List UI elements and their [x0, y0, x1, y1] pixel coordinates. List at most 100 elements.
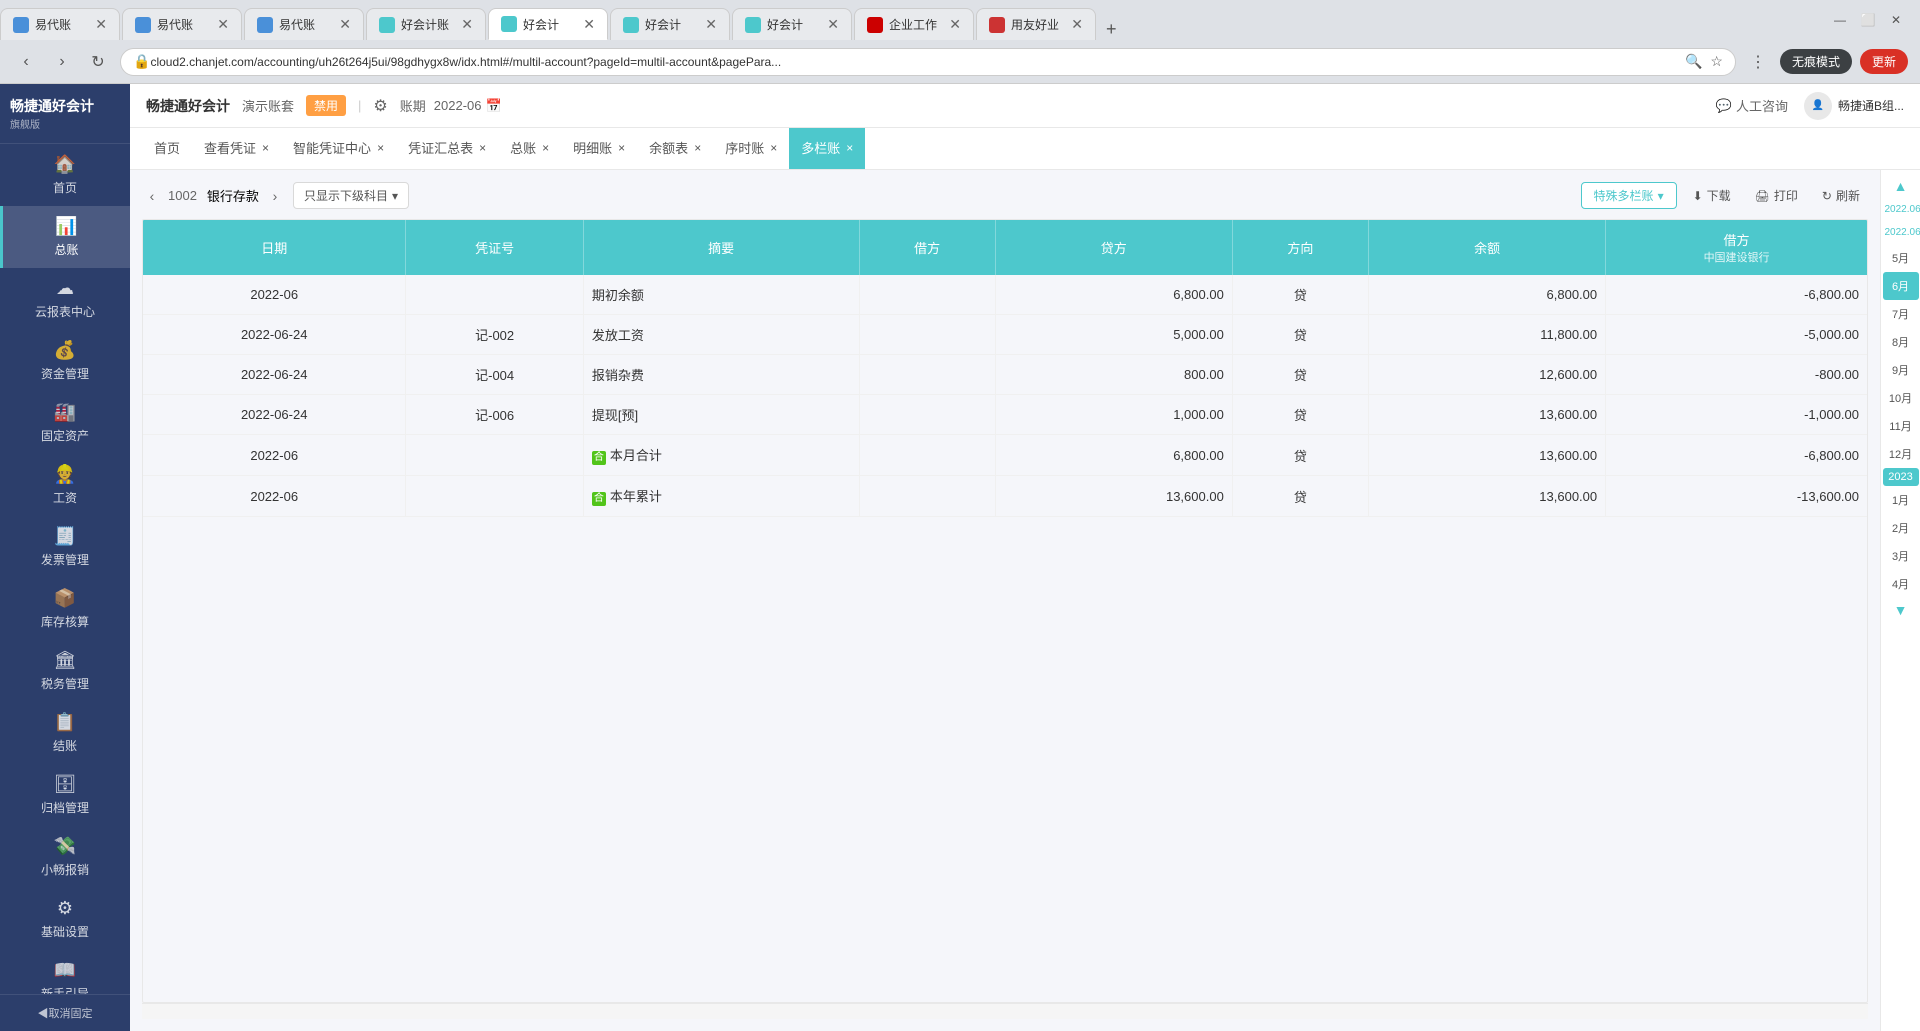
address-row: ‹ › ↻ 🔒 cloud2.chanjet.com/accounting/uh…	[0, 40, 1920, 84]
incognito-button[interactable]: 无痕模式	[1780, 49, 1852, 74]
month-item-1月[interactable]: 1月	[1883, 486, 1919, 514]
next-account-button[interactable]: ›	[265, 186, 285, 206]
close-button[interactable]: ✕	[1888, 12, 1904, 28]
sidebar-item-发票管理[interactable]: 🧾 发票管理	[0, 516, 130, 578]
settings-icon[interactable]: ⚙	[373, 96, 387, 116]
tab-nav-item-余额表[interactable]: 余额表×	[637, 128, 713, 170]
sidebar-item-资金管理[interactable]: 💰 资金管理	[0, 330, 130, 392]
tab-close-button[interactable]: ✕	[1071, 16, 1083, 33]
sidebar-item-新手引导[interactable]: 📖 新手引导	[0, 950, 130, 994]
sidebar-item-总账[interactable]: 📊 总账	[0, 206, 130, 268]
filter-dropdown[interactable]: 只显示下级科目 ▾	[293, 182, 409, 209]
browser-tab[interactable]: 好会计 ✕	[732, 8, 852, 40]
cell-voucher[interactable]: 记-006	[406, 395, 583, 435]
browser-tab[interactable]: 易代账 ✕	[0, 8, 120, 40]
tab-close-button[interactable]: ✕	[339, 16, 351, 33]
sidebar-item-云报表中心[interactable]: ☁ 云报表中心	[0, 268, 130, 330]
tab-nav-item-查看凭证[interactable]: 查看凭证×	[192, 128, 281, 170]
scroll-up-button[interactable]: ▲	[1890, 174, 1912, 198]
sidebar-item-结账[interactable]: 📋 结账	[0, 702, 130, 764]
month-item-9月[interactable]: 9月	[1883, 356, 1919, 384]
special-multicolumn-button[interactable]: 特殊多栏账 ▾	[1581, 182, 1677, 209]
tab-nav-close-button[interactable]: ×	[846, 141, 853, 155]
browser-tab[interactable]: 企业工作 ✕	[854, 8, 974, 40]
tab-nav-close-button[interactable]: ×	[262, 141, 269, 155]
refresh-button[interactable]: ↻ 刷新	[1814, 183, 1868, 208]
table-row: 2022-06 合本年累计 13,600.00 贷 13,600.00 -13,…	[143, 476, 1867, 517]
new-tab-button[interactable]: +	[1098, 19, 1125, 40]
app-header: 畅捷通好会计 演示账套 禁用 | ⚙ 账期 2022-06 📅 💬 人工咨询 👤…	[130, 84, 1920, 128]
extensions-button[interactable]: ⋮	[1744, 48, 1772, 76]
bookmark-icon[interactable]: ☆	[1710, 53, 1723, 70]
prev-account-button[interactable]: ‹	[142, 186, 162, 206]
tab-nav-item-总账[interactable]: 总账×	[498, 128, 561, 170]
month-item-11月[interactable]: 11月	[1883, 412, 1919, 440]
browser-tab[interactable]: 好会计 ✕	[488, 8, 608, 40]
print-button[interactable]: 🖨 打印	[1747, 183, 1806, 208]
sidebar-item-基础设置[interactable]: ⚙ 基础设置	[0, 888, 130, 950]
sidebar-item-税务管理[interactable]: 🏛 税务管理	[0, 640, 130, 702]
cell-voucher[interactable]: 记-002	[406, 315, 583, 355]
minimize-button[interactable]: —	[1832, 12, 1848, 28]
month-item-4月[interactable]: 4月	[1883, 570, 1919, 598]
tab-close-button[interactable]: ✕	[583, 16, 595, 33]
tab-nav-close-button[interactable]: ×	[377, 141, 384, 155]
restore-button[interactable]: ⬜	[1860, 12, 1876, 28]
consult-button[interactable]: 💬 人工咨询	[1716, 96, 1788, 115]
scroll-down-button[interactable]: ▼	[1890, 598, 1912, 622]
voucher-link[interactable]: 记-004	[475, 368, 514, 383]
tab-nav-item-序时账[interactable]: 序时账×	[713, 128, 789, 170]
sidebar-item-首页[interactable]: 🏠 首页	[0, 144, 130, 206]
forward-button[interactable]: ›	[48, 48, 76, 76]
tab-close-button[interactable]: ✕	[461, 16, 473, 33]
period-selector[interactable]: 账期 2022-06 📅	[400, 96, 502, 115]
tab-nav-close-button[interactable]: ×	[770, 141, 777, 155]
sidebar-item-固定资产[interactable]: 🏭 固定资产	[0, 392, 130, 454]
browser-tab[interactable]: 用友好业 ✕	[976, 8, 1096, 40]
browser-tab[interactable]: 易代账 ✕	[122, 8, 242, 40]
tab-close-button[interactable]: ✕	[705, 16, 717, 33]
tab-nav-close-button[interactable]: ×	[618, 141, 625, 155]
voucher-link[interactable]: 记-006	[475, 408, 514, 423]
tab-nav-item-多栏账[interactable]: 多栏账×	[789, 128, 865, 170]
month-item-12月[interactable]: 12月	[1883, 440, 1919, 468]
sidebar-item-归档管理[interactable]: 🗄 归档管理	[0, 764, 130, 826]
nav-item-icon: 📦	[54, 588, 76, 609]
tab-nav-item-凭证汇总表[interactable]: 凭证汇总表×	[396, 128, 498, 170]
search-icon[interactable]: 🔍	[1685, 53, 1702, 70]
update-button[interactable]: 更新	[1860, 49, 1908, 74]
download-button[interactable]: ⬇ 下载	[1685, 183, 1739, 208]
sidebar-item-小畅报销[interactable]: 💸 小畅报销	[0, 826, 130, 888]
month-item-3月[interactable]: 3月	[1883, 542, 1919, 570]
month-item-7月[interactable]: 7月	[1883, 300, 1919, 328]
demo-badge[interactable]: 禁用	[306, 95, 346, 116]
month-item-2月[interactable]: 2月	[1883, 514, 1919, 542]
back-button[interactable]: ‹	[12, 48, 40, 76]
cell-voucher[interactable]: 记-004	[406, 355, 583, 395]
sidebar-item-工资[interactable]: 👷 工资	[0, 454, 130, 516]
toolbar-right: 特殊多栏账 ▾ ⬇ 下载 🖨 打印 ↻ 刷新	[1581, 182, 1868, 209]
voucher-link[interactable]: 记-002	[475, 328, 514, 343]
browser-tab[interactable]: 易代账 ✕	[244, 8, 364, 40]
tab-nav-item-智能凭证中心[interactable]: 智能凭证中心×	[281, 128, 396, 170]
tab-nav-item-明细账[interactable]: 明细账×	[561, 128, 637, 170]
tab-nav-close-button[interactable]: ×	[694, 141, 701, 155]
tab-nav-close-button[interactable]: ×	[542, 141, 549, 155]
bottom-scrollbar[interactable]	[142, 1003, 1868, 1019]
tab-close-button[interactable]: ✕	[827, 16, 839, 33]
tab-close-button[interactable]: ✕	[217, 16, 229, 33]
tab-close-button[interactable]: ✕	[949, 16, 961, 33]
reload-button[interactable]: ↻	[84, 48, 112, 76]
month-item-6月[interactable]: 6月	[1883, 272, 1919, 300]
browser-tab[interactable]: 好会计 ✕	[610, 8, 730, 40]
tab-close-button[interactable]: ✕	[95, 16, 107, 33]
unfix-button[interactable]: ◀取消固定	[10, 1005, 120, 1021]
address-bar[interactable]: 🔒 cloud2.chanjet.com/accounting/uh26t264…	[120, 48, 1736, 76]
browser-tab[interactable]: 好会计账 ✕	[366, 8, 486, 40]
sidebar-item-库存核算[interactable]: 📦 库存核算	[0, 578, 130, 640]
month-item-10月[interactable]: 10月	[1883, 384, 1919, 412]
month-item-8月[interactable]: 8月	[1883, 328, 1919, 356]
tab-nav-item-首页[interactable]: 首页	[142, 128, 192, 170]
tab-nav-close-button[interactable]: ×	[479, 141, 486, 155]
month-item-5月[interactable]: 5月	[1883, 244, 1919, 272]
